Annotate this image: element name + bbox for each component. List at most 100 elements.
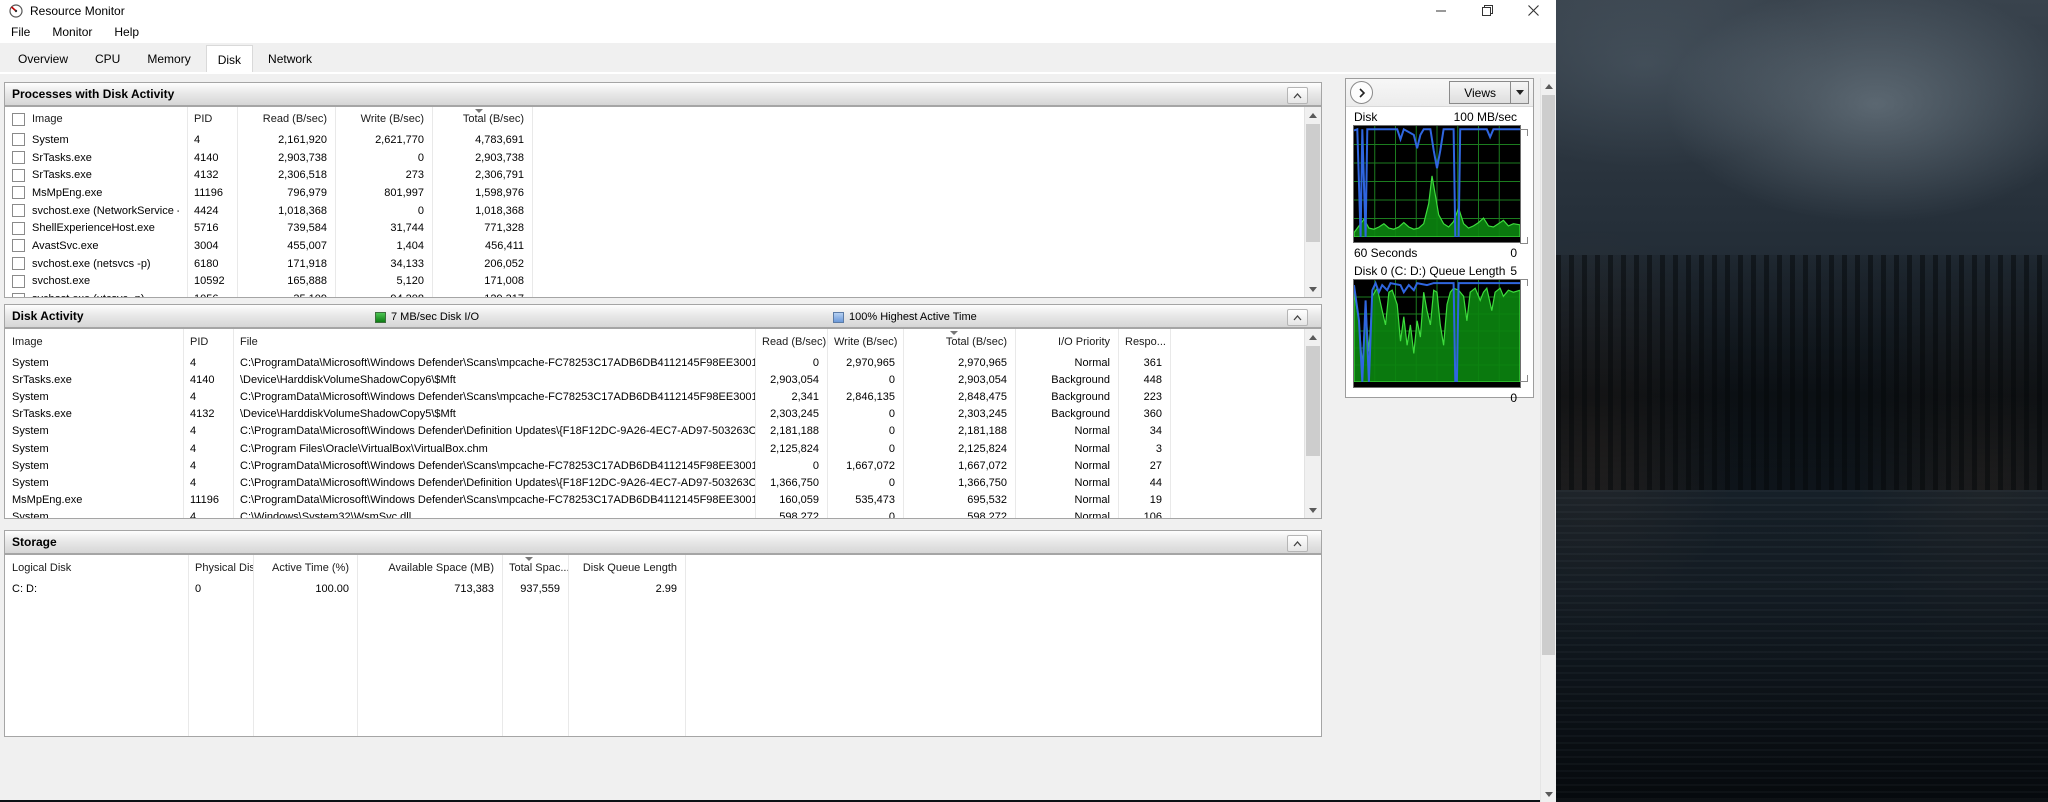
table-row[interactable]: SrTasks.exe 4132 \Device\HarddiskVolumeSha… bbox=[5, 406, 1321, 423]
column-header[interactable]: Write (B/sec) bbox=[827, 336, 903, 348]
column-header[interactable]: Read (B/sec) bbox=[237, 113, 335, 125]
table-row[interactable]: MsMpEng.exe 11196 C:\ProgramData\Microsoft… bbox=[5, 492, 1321, 509]
processes-section-header[interactable]: Processes with Disk Activity bbox=[4, 82, 1322, 106]
scrollbar-thumb[interactable] bbox=[1542, 95, 1555, 655]
column-header[interactable]: Respo... bbox=[1118, 336, 1170, 348]
collapse-button[interactable] bbox=[1287, 535, 1308, 552]
table-row[interactable]: System 4 2,161,920 2,621,770 4,783,691 bbox=[5, 131, 1321, 149]
table-cell: 4 bbox=[183, 357, 233, 369]
column-header[interactable]: Available Space (MB) bbox=[357, 562, 502, 574]
row-checkbox[interactable] bbox=[12, 168, 25, 182]
scroll-up-button[interactable] bbox=[1305, 107, 1321, 123]
table-row[interactable]: ShellExperienceHost.exe 5716 739,584 31,744… bbox=[5, 219, 1321, 237]
table-row[interactable]: System 4 C:\ProgramData\Microsoft\Windows … bbox=[5, 423, 1321, 440]
cell-text: 4 bbox=[190, 442, 197, 455]
disk-io-graph-canvas bbox=[1353, 126, 1521, 238]
window-scrollbar[interactable] bbox=[1540, 78, 1556, 802]
table-cell: 2,970,965 bbox=[827, 357, 903, 369]
table-row[interactable]: SrTasks.exe 4132 2,306,518 273 2,306,791 bbox=[5, 166, 1321, 184]
column-header-label: Available Space (MB) bbox=[388, 561, 494, 574]
table-row[interactable]: System 4 C:\ProgramData\Microsoft\Windows … bbox=[5, 354, 1321, 371]
column-header[interactable]: I/O Priority bbox=[1015, 336, 1118, 348]
disk-activity-section-header[interactable]: Disk Activity 7 MB/sec Disk I/O 100% Hig… bbox=[4, 304, 1322, 328]
column-header[interactable]: Write (B/sec) bbox=[335, 113, 432, 125]
table-row[interactable]: System 4 C:\ProgramData\Microsoft\Windows … bbox=[5, 474, 1321, 491]
column-header-label: Write (B/sec) bbox=[360, 113, 424, 125]
column-header[interactable]: Total (B/sec) bbox=[903, 336, 1015, 348]
row-checkbox[interactable] bbox=[12, 221, 25, 235]
expand-panel-button[interactable] bbox=[1350, 81, 1373, 104]
tab-network[interactable]: Network bbox=[256, 46, 324, 72]
tab-memory[interactable]: Memory bbox=[135, 46, 202, 72]
row-checkbox[interactable] bbox=[12, 274, 25, 288]
scroll-down-button[interactable] bbox=[1305, 281, 1321, 297]
views-button[interactable]: Views bbox=[1449, 81, 1529, 104]
column-header[interactable]: Active Time (%) bbox=[253, 562, 357, 574]
menu-file[interactable]: File bbox=[0, 21, 41, 43]
cell-text: C:\Program Files\Oracle\VirtualBox\Virtu… bbox=[240, 442, 488, 455]
tab-overview[interactable]: Overview bbox=[6, 46, 80, 72]
scroll-up-button[interactable] bbox=[1305, 329, 1321, 345]
row-checkbox[interactable] bbox=[12, 239, 25, 253]
table-row[interactable]: SrTasks.exe 4140 \Device\HarddiskVolumeSha… bbox=[5, 371, 1321, 388]
table-row[interactable]: C: D: 0 100.00 713,383 937,559 2.99 bbox=[5, 580, 1321, 598]
table-row[interactable]: MsMpEng.exe 11196 796,979 801,997 1,598,976 bbox=[5, 184, 1321, 202]
cell-text: C:\ProgramData\Microsoft\Windows Defende… bbox=[240, 390, 755, 403]
column-header[interactable]: Image bbox=[5, 112, 187, 126]
collapse-button[interactable] bbox=[1287, 87, 1308, 104]
column-header[interactable]: Total (B/sec) bbox=[432, 113, 532, 125]
select-all-checkbox[interactable] bbox=[12, 112, 25, 126]
tab-cpu[interactable]: CPU bbox=[83, 46, 132, 72]
column-header[interactable]: PID bbox=[183, 336, 233, 348]
table-row[interactable]: System 4 C:\Program Files\Oracle\VirtualBo… bbox=[5, 440, 1321, 457]
scroll-down-button[interactable] bbox=[1305, 502, 1321, 518]
column-header[interactable]: Read (B/sec) bbox=[755, 336, 827, 348]
table-cell: 361 bbox=[1118, 357, 1170, 369]
scrollbar-thumb[interactable] bbox=[1306, 346, 1320, 456]
row-checkbox[interactable] bbox=[12, 186, 25, 200]
menu-help[interactable]: Help bbox=[103, 21, 150, 43]
table-cell: 4140 bbox=[183, 374, 233, 386]
scrollbar-thumb[interactable] bbox=[1306, 124, 1320, 242]
row-checkbox[interactable] bbox=[12, 257, 25, 271]
row-checkbox[interactable] bbox=[12, 133, 25, 147]
row-checkbox[interactable] bbox=[12, 151, 25, 165]
cell-text: 598,272 bbox=[779, 511, 819, 519]
collapse-button[interactable] bbox=[1287, 309, 1308, 326]
minimize-button[interactable] bbox=[1418, 0, 1464, 21]
queue-graph-title: Disk 0 (C: D:) Queue Length bbox=[1354, 263, 1506, 278]
column-header[interactable]: Physical Disk bbox=[188, 562, 253, 574]
storage-section-header[interactable]: Storage bbox=[4, 530, 1322, 554]
column-header[interactable]: Image bbox=[5, 336, 183, 348]
sort-indicator-icon bbox=[950, 331, 958, 335]
table-row[interactable]: SrTasks.exe 4140 2,903,738 0 2,903,738 bbox=[5, 149, 1321, 167]
table-row[interactable]: AvastSvc.exe 3004 455,007 1,404 456,411 bbox=[5, 237, 1321, 255]
table-row[interactable]: System 4 C:\ProgramData\Microsoft\Windows … bbox=[5, 457, 1321, 474]
disk-activity-table-scrollbar[interactable] bbox=[1304, 329, 1321, 518]
row-checkbox[interactable] bbox=[12, 204, 25, 218]
column-header[interactable]: Logical Disk bbox=[5, 562, 188, 574]
cell-text: 2,621,770 bbox=[375, 133, 424, 146]
cell-text: System bbox=[12, 390, 49, 403]
column-header[interactable]: File bbox=[233, 336, 755, 348]
table-row[interactable]: svchost.exe (utcsvc -p) 1056 35,109 94,208 1… bbox=[5, 290, 1321, 297]
row-checkbox[interactable] bbox=[12, 292, 25, 297]
scroll-up-button[interactable] bbox=[1541, 78, 1557, 94]
menu-monitor[interactable]: Monitor bbox=[41, 21, 103, 43]
table-row[interactable]: System 4 C:\ProgramData\Microsoft\Windows … bbox=[5, 388, 1321, 405]
table-row[interactable]: svchost.exe (NetworkService -p) 4424 1,018… bbox=[5, 202, 1321, 220]
views-dropdown-button[interactable] bbox=[1510, 82, 1528, 103]
tab-disk[interactable]: Disk bbox=[205, 45, 254, 73]
column-header[interactable]: PID bbox=[187, 113, 237, 125]
column-header[interactable]: Disk Queue Length bbox=[568, 562, 685, 574]
table-cell: 2,125,824 bbox=[903, 443, 1015, 455]
table-row[interactable]: svchost.exe 10592 165,888 5,120 171,008 bbox=[5, 273, 1321, 291]
active-time-legend: 100% Highest Active Time bbox=[833, 311, 977, 323]
close-button[interactable] bbox=[1510, 0, 1556, 21]
table-row[interactable]: svchost.exe (netsvcs -p) 6180 171,918 34,13… bbox=[5, 255, 1321, 273]
restore-button[interactable] bbox=[1464, 0, 1510, 21]
processes-table-scrollbar[interactable] bbox=[1304, 107, 1321, 297]
column-header[interactable]: Total Spac... bbox=[502, 562, 568, 574]
table-row[interactable]: System 4 C:\Windows\System32\WsmSvc.dll 598… bbox=[5, 509, 1321, 519]
cell-text: 206,052 bbox=[484, 257, 524, 270]
